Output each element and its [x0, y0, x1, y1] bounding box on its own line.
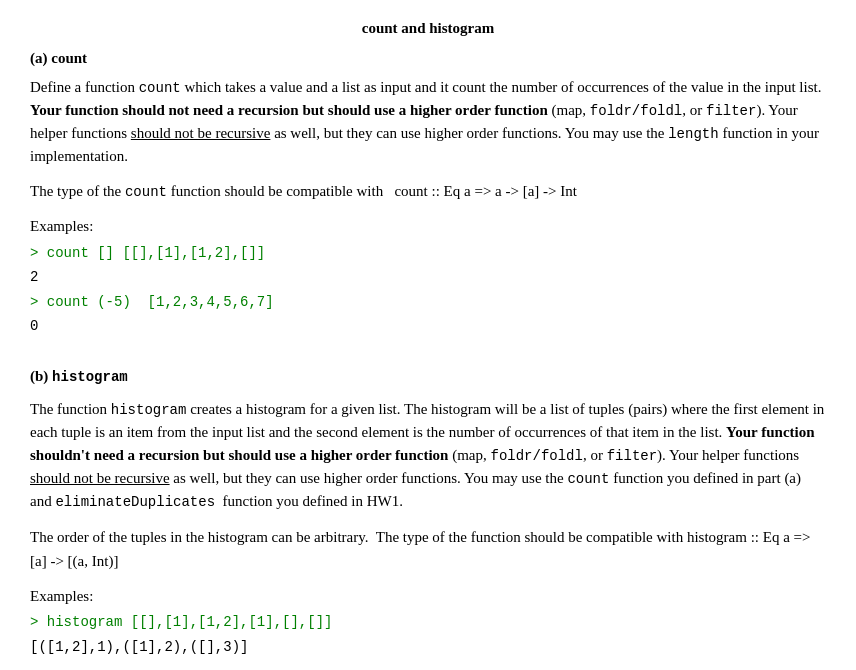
example-a1-prompt: > count [] [[],[1],[1,2],[]]: [30, 242, 826, 264]
section-title: count and histogram: [30, 20, 826, 37]
part-a-heading-text: (a) count: [30, 50, 87, 66]
part-b-para1: The function histogram creates a histogr…: [30, 398, 826, 513]
example-b1-output: [([1,2],1),([1],2),([],3)]: [30, 636, 826, 658]
filter-code-1: filter: [706, 103, 756, 119]
bold-text-2: Your function shouldn't need a recursion…: [30, 424, 815, 463]
part-b-heading: (b) histogram: [30, 365, 826, 388]
foldr-code-2: foldr/foldl: [491, 448, 583, 464]
example-a2-output: 0: [30, 315, 826, 337]
length-code: length: [668, 126, 718, 142]
title-text: count and histogram: [362, 20, 495, 36]
part-b: (b) histogram The function histogram cre…: [30, 365, 826, 658]
count-code-b: count: [567, 471, 609, 487]
part-a: (a) count Define a function count which …: [30, 47, 826, 337]
underline-recursive-2: should not be recursive: [30, 470, 170, 486]
part-a-type-line: The type of the count function should be…: [30, 179, 826, 203]
example-a1-output: 2: [30, 266, 826, 288]
eliminate-duplicates-code: eliminateDuplicates: [55, 494, 215, 510]
part-a-examples-label: Examples:: [30, 215, 826, 238]
filter-code-2: filter: [607, 448, 657, 464]
part-b-examples-label: Examples:: [30, 585, 826, 608]
underline-recursive-1: should not be recursive: [131, 125, 271, 141]
part-a-para1: Define a function count which takes a va…: [30, 76, 826, 168]
bold-text-1: Your function should not need a recursio…: [30, 102, 548, 118]
histogram-code: histogram: [111, 402, 187, 418]
foldr-code: foldr/foldl: [590, 103, 682, 119]
part-b-type-line: The order of the tuples in the histogram…: [30, 525, 826, 573]
part-b-heading-text: (b) histogram: [30, 368, 128, 384]
page-content: count and histogram (a) count Define a f…: [30, 20, 826, 658]
example-a2-prompt: > count (-5) [1,2,3,4,5,6,7]: [30, 291, 826, 313]
count-code-type: count: [125, 184, 167, 200]
part-a-heading: (a) count: [30, 47, 826, 70]
count-code-1: count: [139, 80, 181, 96]
example-b1-prompt: > histogram [[],[1],[1,2],[1],[],[]]: [30, 611, 826, 633]
